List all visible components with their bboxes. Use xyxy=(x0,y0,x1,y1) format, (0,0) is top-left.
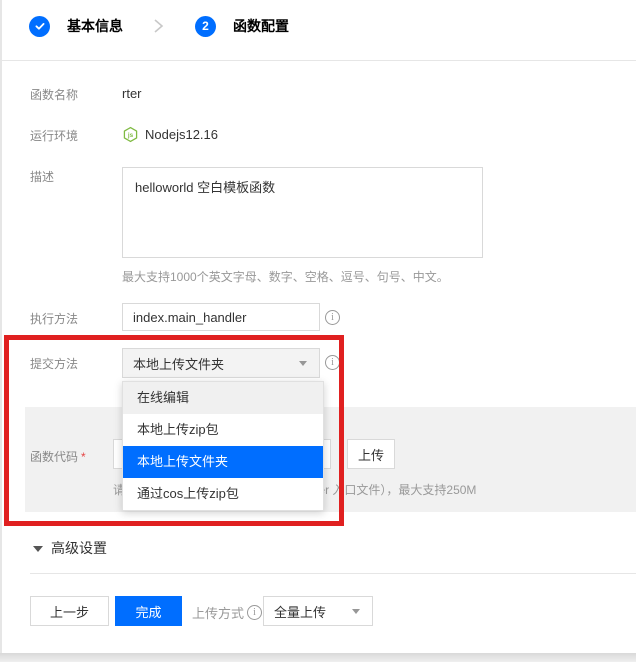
runtime-label: 运行环境 xyxy=(30,127,78,144)
window-bottom-edge xyxy=(0,653,636,662)
function-name-value: rter xyxy=(122,86,142,101)
triangle-down-icon xyxy=(33,546,43,552)
submit-method-info-icon[interactable] xyxy=(325,355,340,370)
menu-item-cos-zip[interactable]: 通过cos上传zip包 xyxy=(123,478,323,510)
handler-info-icon[interactable] xyxy=(325,310,340,325)
step-separator-chevron-icon xyxy=(151,18,165,34)
submit-method-label: 提交方法 xyxy=(30,355,78,372)
upload-mode-label: 上传方式 xyxy=(192,603,244,622)
upload-mode-row: 上传方式 xyxy=(192,603,262,622)
upload-mode-select[interactable]: 全量上传 xyxy=(263,596,373,626)
advanced-settings-toggle[interactable]: 高级设置 xyxy=(30,538,107,558)
upload-mode-info-icon[interactable] xyxy=(247,605,262,620)
upload-mode-selected-value: 全量上传 xyxy=(264,602,352,621)
page-left-edge-divider xyxy=(0,0,2,662)
description-hint: 最大支持1000个英文字母、数字、空格、逗号、句号、中文。 xyxy=(122,268,449,285)
header-divider xyxy=(2,60,636,61)
function-name-label: 函数名称 xyxy=(30,86,78,103)
stepper: 基本信息 2 函数配置 xyxy=(29,15,289,37)
submit-method-select[interactable]: 本地上传文件夹 xyxy=(122,348,320,378)
function-code-label-text: 函数代码 xyxy=(30,450,78,464)
footer-divider xyxy=(30,573,636,574)
previous-step-button[interactable]: 上一步 xyxy=(30,596,109,626)
chevron-down-icon xyxy=(352,609,360,614)
handler-input[interactable] xyxy=(122,303,320,331)
step-basic-info-label: 基本信息 xyxy=(67,16,123,36)
step-number-badge: 2 xyxy=(195,16,216,37)
upload-button[interactable]: 上传 xyxy=(347,439,395,469)
nodejs-icon: js xyxy=(122,126,139,143)
advanced-settings-label: 高级设置 xyxy=(51,538,107,558)
submit-method-selected-value: 本地上传文件夹 xyxy=(123,354,299,373)
description-label: 描述 xyxy=(30,168,54,185)
handler-label: 执行方法 xyxy=(30,310,78,327)
step-function-config-label: 函数配置 xyxy=(233,16,289,36)
required-asterisk: * xyxy=(81,450,86,464)
chevron-down-icon xyxy=(299,361,307,366)
stepper-step-basic-info[interactable]: 基本信息 xyxy=(29,16,123,37)
description-textarea[interactable]: helloworld 空白模板函数 xyxy=(122,167,483,258)
menu-item-online-edit[interactable]: 在线编辑 xyxy=(123,382,323,414)
stepper-step-function-config[interactable]: 2 函数配置 xyxy=(195,16,289,37)
svg-text:js: js xyxy=(127,132,134,139)
function-code-label: 函数代码* xyxy=(30,448,86,465)
menu-item-local-zip[interactable]: 本地上传zip包 xyxy=(123,414,323,446)
done-button[interactable]: 完成 xyxy=(115,596,182,626)
runtime-value-row: js Nodejs12.16 xyxy=(122,126,218,143)
submit-method-dropdown-menu: 在线编辑 本地上传zip包 本地上传文件夹 通过cos上传zip包 xyxy=(122,381,324,511)
runtime-value: Nodejs12.16 xyxy=(145,127,218,142)
step-complete-check-icon xyxy=(29,16,50,37)
function-config-page: 基本信息 2 函数配置 函数名称 rter 运行环境 js Nodejs12.1… xyxy=(0,0,636,662)
menu-item-local-folder[interactable]: 本地上传文件夹 xyxy=(123,446,323,478)
